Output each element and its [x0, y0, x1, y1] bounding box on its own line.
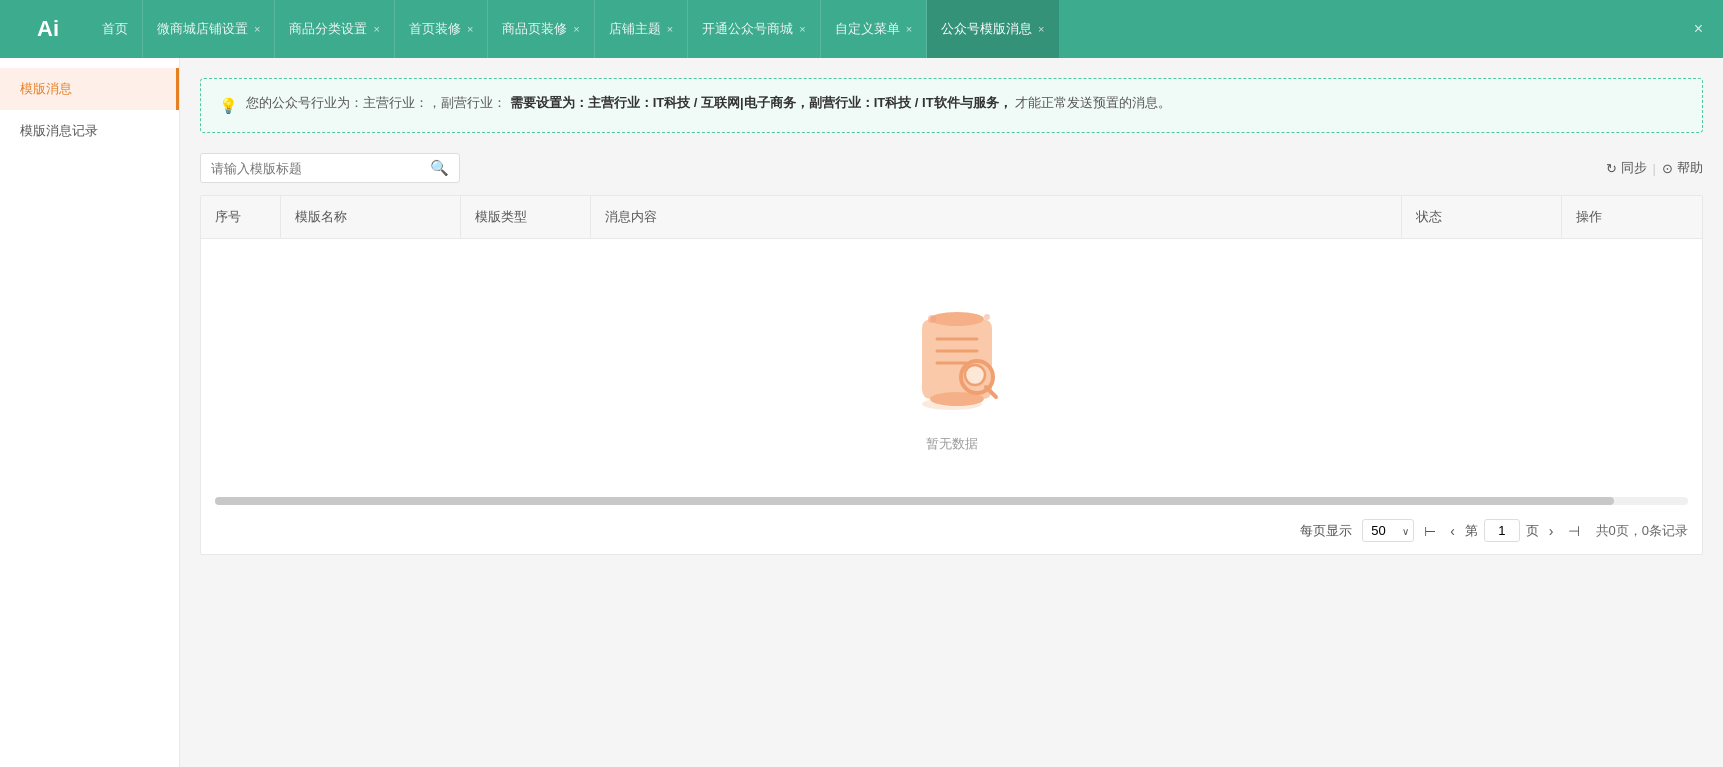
close-tab-5[interactable]: ×	[667, 23, 673, 35]
sync-button[interactable]: ↻ 同步	[1606, 159, 1647, 177]
nav-tab-store-theme[interactable]: 店铺主题 ×	[595, 0, 688, 58]
page-number-input[interactable]	[1484, 519, 1520, 542]
svg-point-1	[930, 312, 984, 326]
search-input-wrap: 🔍	[200, 153, 460, 183]
svg-point-7	[965, 365, 985, 385]
nav-tab-custom-menu[interactable]: 自定义菜单 ×	[821, 0, 927, 58]
help-button[interactable]: ⊙ 帮助	[1662, 159, 1703, 177]
page-label: 页	[1526, 522, 1539, 540]
close-tab-8[interactable]: ×	[1038, 23, 1044, 35]
scroll-thumb[interactable]	[215, 497, 1614, 505]
page-size-select-wrap: 10 20 50 100	[1362, 519, 1414, 542]
divider: |	[1653, 161, 1656, 176]
nav-tabs: 首页 微商城店铺设置 × 商品分类设置 × 首页装修 × 商品页装修 × 店铺主…	[88, 0, 1682, 58]
close-tab-7[interactable]: ×	[906, 23, 912, 35]
page-total: 共0页，0条记录	[1596, 522, 1688, 540]
col-header-name: 模版名称	[281, 196, 461, 238]
main-layout: 模版消息 模版消息记录 💡 您的公众号行业为：主营行业：，副营行业： 需要设置为…	[0, 58, 1723, 767]
help-icon: ⊙	[1662, 161, 1673, 176]
top-nav-bar: Ai 首页 微商城店铺设置 × 商品分类设置 × 首页装修 × 商品页装修 × …	[0, 0, 1723, 58]
last-page-button[interactable]: ⊣	[1564, 521, 1584, 541]
search-button[interactable]: 🔍	[430, 159, 449, 177]
prev-page-button[interactable]: ‹	[1446, 521, 1459, 541]
col-header-action: 操作	[1562, 196, 1702, 238]
col-header-status: 状态	[1402, 196, 1562, 238]
nav-tab-template-msg[interactable]: 公众号模版消息 ×	[927, 0, 1059, 58]
col-header-index: 序号	[201, 196, 281, 238]
first-page-button[interactable]: ⊢	[1420, 521, 1440, 541]
sidebar: 模版消息 模版消息记录	[0, 58, 180, 767]
scroll-track[interactable]	[215, 497, 1688, 505]
notice-banner: 💡 您的公众号行业为：主营行业：，副营行业： 需要设置为：主营行业：IT科技 /…	[200, 78, 1703, 133]
empty-text: 暂无数据	[926, 435, 978, 453]
page-size-label: 每页显示	[1300, 522, 1352, 540]
data-table: 序号 模版名称 模版类型 消息内容 状态 操作	[200, 195, 1703, 555]
sync-icon: ↻	[1606, 161, 1617, 176]
close-tab-4[interactable]: ×	[573, 23, 579, 35]
search-icon: 🔍	[430, 159, 449, 176]
close-tab-1[interactable]: ×	[254, 23, 260, 35]
search-bar: 🔍 ↻ 同步 | ⊙ 帮助	[200, 153, 1703, 183]
content-area: 💡 您的公众号行业为：主营行业：，副营行业： 需要设置为：主营行业：IT科技 /…	[180, 58, 1723, 767]
close-tab-6[interactable]: ×	[799, 23, 805, 35]
empty-illustration	[892, 299, 1012, 419]
next-page-button[interactable]: ›	[1545, 521, 1558, 541]
table-header: 序号 模版名称 模版类型 消息内容 状态 操作	[201, 196, 1702, 239]
col-header-type: 模版类型	[461, 196, 591, 238]
pagination: 每页显示 10 20 50 100 ⊢ ‹ 第 页 › ⊣ 共0页，0条记录	[201, 509, 1702, 554]
global-close-button[interactable]: ×	[1682, 20, 1715, 38]
di-label: 第	[1465, 522, 1478, 540]
notice-text: 您的公众号行业为：主营行业：，副营行业： 需要设置为：主营行业：IT科技 / 互…	[246, 93, 1171, 114]
nav-tab-home-decor[interactable]: 首页装修 ×	[395, 0, 488, 58]
col-header-content: 消息内容	[591, 196, 1402, 238]
page-size-select[interactable]: 10 20 50 100	[1362, 519, 1414, 542]
svg-point-10	[984, 314, 990, 320]
nav-tab-category[interactable]: 商品分类设置 ×	[275, 0, 394, 58]
search-input[interactable]	[211, 161, 430, 176]
empty-state: 暂无数据	[201, 239, 1702, 493]
nav-tab-product-decor[interactable]: 商品页装修 ×	[488, 0, 594, 58]
close-tab-2[interactable]: ×	[373, 23, 379, 35]
sidebar-item-template-msg[interactable]: 模版消息	[0, 68, 179, 110]
notice-icon: 💡	[219, 94, 238, 118]
app-logo: Ai	[8, 0, 88, 58]
close-tab-3[interactable]: ×	[467, 23, 473, 35]
nav-tab-open-wechat-mall[interactable]: 开通公众号商城 ×	[688, 0, 820, 58]
sidebar-item-template-msg-records[interactable]: 模版消息记录	[0, 110, 179, 152]
nav-tab-shop-settings[interactable]: 微商城店铺设置 ×	[143, 0, 275, 58]
nav-tab-home[interactable]: 首页	[88, 0, 143, 58]
toolbar-right: ↻ 同步 | ⊙ 帮助	[1606, 159, 1703, 177]
svg-point-9	[928, 315, 936, 323]
